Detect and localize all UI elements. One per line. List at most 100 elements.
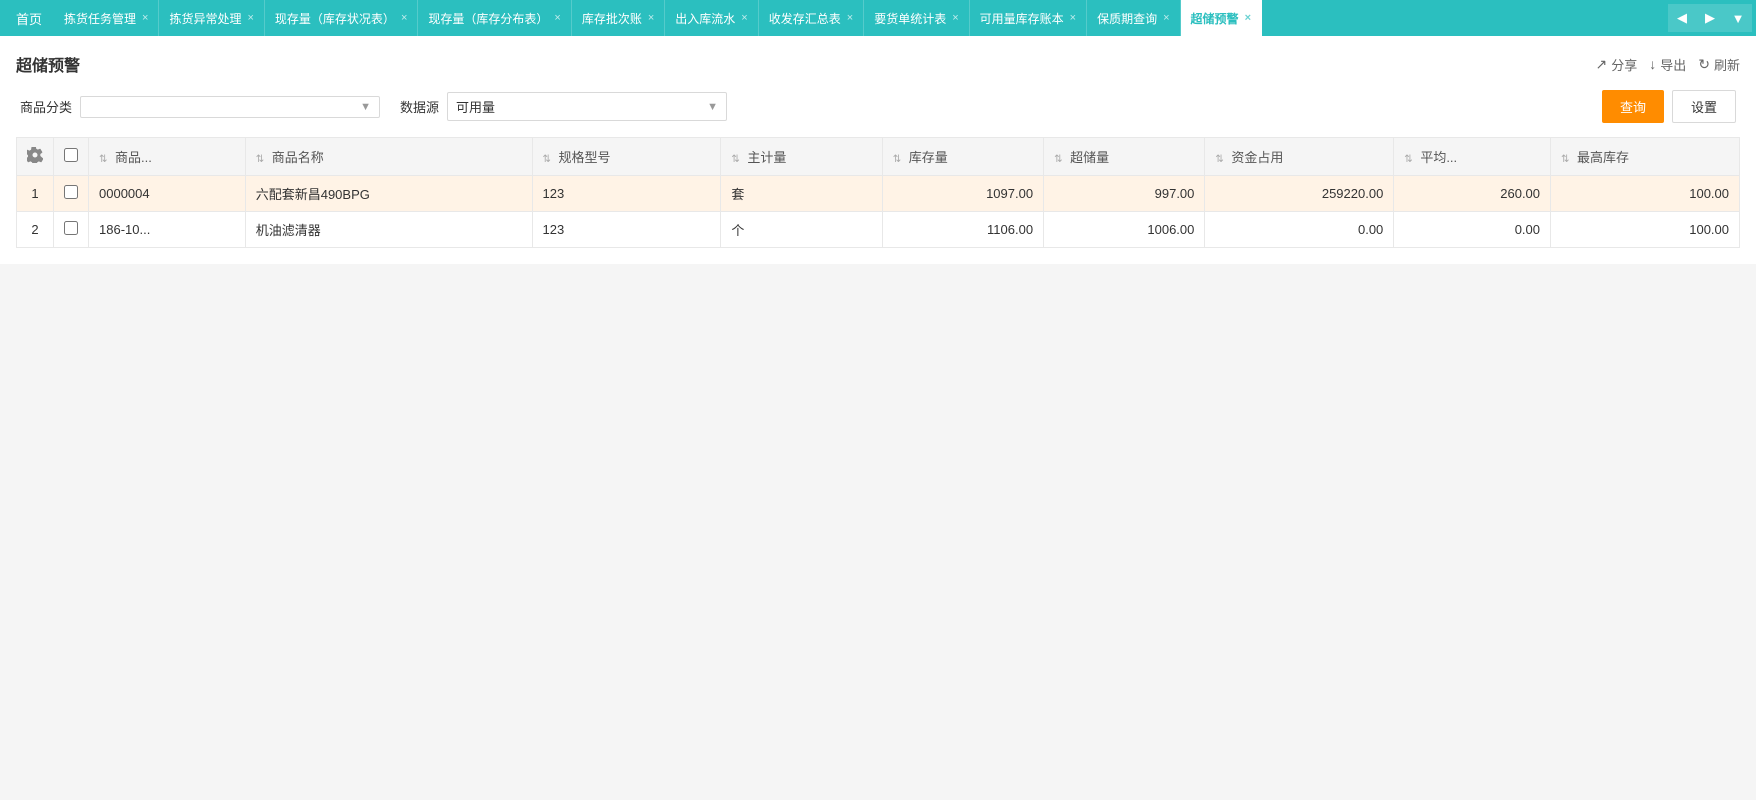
nav-tab-label-8: 可用量库存账本 xyxy=(980,10,1064,27)
page-title: 超储预警 xyxy=(16,52,80,76)
max-stock-col-header[interactable]: ⇅ 最高库存 xyxy=(1551,138,1740,176)
unit-1: 个 xyxy=(721,212,882,248)
nav-tab-3[interactable]: 现存量（库存分布表）× xyxy=(418,0,571,36)
spec-model-header-label: 规格型号 xyxy=(559,150,611,165)
refresh-icon: ↻ xyxy=(1698,56,1710,73)
nav-tab-0[interactable]: 拣货任务管理 × xyxy=(54,0,159,36)
product-code-0: 0000004 xyxy=(89,176,246,212)
overstock-1: 1006.00 xyxy=(1044,212,1205,248)
unit-col-header[interactable]: ⇅ 主计量 xyxy=(721,138,882,176)
share-button[interactable]: ↗ 分享 xyxy=(1595,55,1637,74)
overstock-0: 997.00 xyxy=(1044,176,1205,212)
nav-tab-9[interactable]: 保质期查询× xyxy=(1087,0,1180,36)
avg-1: 0.00 xyxy=(1394,212,1551,248)
stock-col-header[interactable]: ⇅ 库存量 xyxy=(882,138,1043,176)
capital-occupied-1: 0.00 xyxy=(1205,212,1394,248)
nav-tab-1[interactable]: 拣货异常处理× xyxy=(159,0,264,36)
refresh-button[interactable]: ↻ 刷新 xyxy=(1698,55,1740,74)
nav-tab-label-7: 要货单统计表 xyxy=(874,10,946,27)
export-label: 导出 xyxy=(1660,55,1686,74)
nav-prev-button[interactable]: ◀ xyxy=(1668,4,1696,32)
datasource-select[interactable]: 可用量 ▼ xyxy=(447,92,727,121)
top-navigation: 首页 拣货任务管理×拣货异常处理×现存量（库存状况表）×现存量（库存分布表）×库… xyxy=(0,0,1756,36)
select-all-checkbox[interactable] xyxy=(64,148,78,162)
unit-0: 套 xyxy=(721,176,882,212)
nav-tab-close-6[interactable]: × xyxy=(847,12,853,24)
export-button[interactable]: ↓ 导出 xyxy=(1649,55,1686,74)
header-actions: ↗ 分享 ↓ 导出 ↻ 刷新 xyxy=(1595,55,1740,74)
max-stock-0: 100.00 xyxy=(1551,176,1740,212)
share-label: 分享 xyxy=(1611,55,1637,74)
table-header-row: ⇅ 商品... ⇅ 商品名称 ⇅ 规格型号 ⇅ 主计量 ⇅ 库存量 xyxy=(17,138,1740,176)
nav-tab-label-2: 现存量（库存状况表） xyxy=(275,10,395,27)
product-name-header-label: 商品名称 xyxy=(272,150,324,165)
nav-tab-close-10[interactable]: × xyxy=(1245,12,1251,24)
nav-menu-button[interactable]: ▼ xyxy=(1724,4,1752,32)
query-button[interactable]: 查询 xyxy=(1602,90,1664,123)
nav-tab-6[interactable]: 收发存汇总表× xyxy=(759,0,864,36)
row-checkbox-1[interactable] xyxy=(64,221,78,235)
datasource-dropdown-icon: ▼ xyxy=(707,101,718,113)
spec-model-0: 123 xyxy=(532,176,721,212)
product-code-col-header[interactable]: ⇅ 商品... xyxy=(89,138,246,176)
nav-tab-close-1[interactable]: × xyxy=(247,12,253,24)
overstock-col-header[interactable]: ⇅ 超储量 xyxy=(1044,138,1205,176)
settings-col-header[interactable] xyxy=(17,138,54,176)
nav-tab-8[interactable]: 可用量库存账本 × xyxy=(970,0,1087,36)
nav-tab-close-2[interactable]: × xyxy=(401,12,407,24)
max-stock-header-label: 最高库存 xyxy=(1577,150,1629,165)
nav-tab-close-3[interactable]: × xyxy=(554,12,560,24)
nav-tab-5[interactable]: 出入库流水× xyxy=(665,0,758,36)
share-icon: ↗ xyxy=(1595,56,1607,73)
nav-tab-close-0[interactable]: × xyxy=(142,12,148,24)
capital-occupied-col-header[interactable]: ⇅ 资金占用 xyxy=(1205,138,1394,176)
category-filter: 商品分类 ▼ xyxy=(20,96,380,118)
settings-button[interactable]: 设置 xyxy=(1672,90,1736,123)
spec-model-col-header[interactable]: ⇅ 规格型号 xyxy=(532,138,721,176)
export-icon: ↓ xyxy=(1649,56,1656,72)
nav-tab-close-8[interactable]: × xyxy=(1070,12,1076,24)
avg-col-header[interactable]: ⇅ 平均... xyxy=(1394,138,1551,176)
nav-tab-4[interactable]: 库存批次账 × xyxy=(572,0,665,36)
nav-tab-2[interactable]: 现存量（库存状况表） × xyxy=(265,0,418,36)
sort-icon: ⇅ xyxy=(1404,154,1412,165)
table-body: 1 0000004 六配套新昌490BPG 123 套 1097.00 997.… xyxy=(17,176,1740,248)
sort-icon: ⇅ xyxy=(543,154,551,165)
data-table: ⇅ 商品... ⇅ 商品名称 ⇅ 规格型号 ⇅ 主计量 ⇅ 库存量 xyxy=(16,137,1740,248)
capital-occupied-0: 259220.00 xyxy=(1205,176,1394,212)
nav-tab-close-4[interactable]: × xyxy=(648,12,654,24)
row-checkbox-0[interactable] xyxy=(64,185,78,199)
nav-tab-close-9[interactable]: × xyxy=(1163,12,1169,24)
table-row: 2 186-10... 机油滤清器 123 个 1106.00 1006.00 … xyxy=(17,212,1740,248)
select-all-col-header[interactable] xyxy=(54,138,89,176)
sort-icon: ⇅ xyxy=(99,154,107,165)
product-name-0: 六配套新昌490BPG xyxy=(245,176,532,212)
nav-tab-label-4: 库存批次账 xyxy=(582,10,642,27)
sort-icon: ⇅ xyxy=(1561,154,1569,165)
product-name-1: 机油滤清器 xyxy=(245,212,532,248)
avg-0: 260.00 xyxy=(1394,176,1551,212)
nav-next-button[interactable]: ▶ xyxy=(1696,4,1724,32)
category-select[interactable]: ▼ xyxy=(80,96,380,118)
category-dropdown-icon: ▼ xyxy=(360,101,371,113)
sort-icon: ⇅ xyxy=(1215,154,1223,165)
page-header: 超储预警 ↗ 分享 ↓ 导出 ↻ 刷新 xyxy=(16,52,1740,76)
row-num-0: 1 xyxy=(17,176,54,212)
nav-tabs-container: 拣货任务管理×拣货异常处理×现存量（库存状况表）×现存量（库存分布表）×库存批次… xyxy=(54,0,1668,36)
nav-tab-label-10: 超储预警 xyxy=(1191,10,1239,27)
nav-tab-7[interactable]: 要货单统计表 × xyxy=(864,0,969,36)
nav-tab-label-0: 拣货任务管理 xyxy=(64,10,136,27)
row-checkbox-cell-1[interactable] xyxy=(54,212,89,248)
datasource-label: 数据源 xyxy=(400,97,439,116)
refresh-label: 刷新 xyxy=(1714,55,1740,74)
overstock-header-label: 超储量 xyxy=(1070,150,1109,165)
product-name-col-header[interactable]: ⇅ 商品名称 xyxy=(245,138,532,176)
row-checkbox-cell-0[interactable] xyxy=(54,176,89,212)
nav-tab-close-5[interactable]: × xyxy=(741,12,747,24)
nav-tab-close-7[interactable]: × xyxy=(952,12,958,24)
stock-0: 1097.00 xyxy=(882,176,1043,212)
table-row: 1 0000004 六配套新昌490BPG 123 套 1097.00 997.… xyxy=(17,176,1740,212)
datasource-filter: 数据源 可用量 ▼ xyxy=(400,92,727,121)
nav-tab-10[interactable]: 超储预警 × xyxy=(1181,0,1262,36)
nav-home[interactable]: 首页 xyxy=(4,0,54,36)
